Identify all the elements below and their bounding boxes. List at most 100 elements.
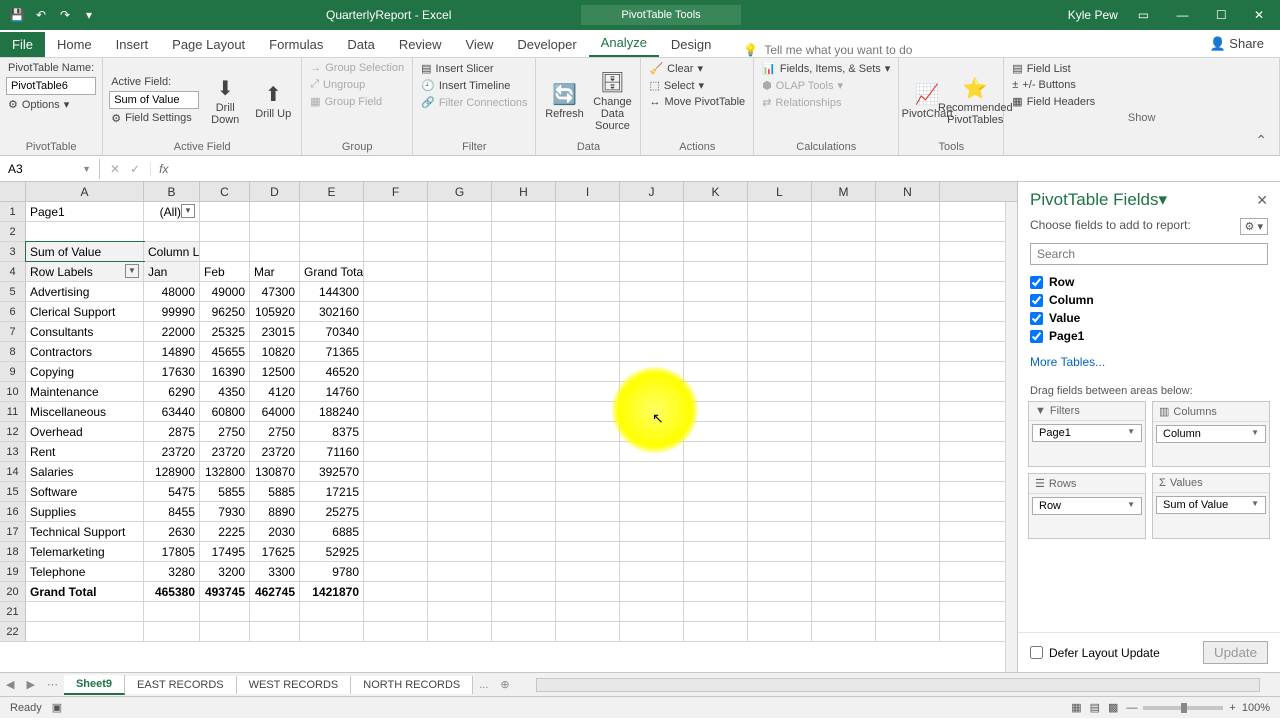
cell[interactable]: 2630	[144, 522, 200, 541]
cell[interactable]	[748, 522, 812, 541]
table-row[interactable]: 18Telemarketing17805174951762552925	[0, 542, 1017, 562]
cell[interactable]	[748, 402, 812, 421]
cell[interactable]	[26, 602, 144, 621]
cell[interactable]: 4120	[250, 382, 300, 401]
cell[interactable]	[364, 522, 428, 541]
sheet-tab[interactable]: WEST RECORDS	[237, 676, 352, 694]
save-icon[interactable]: 💾	[8, 6, 26, 24]
cell[interactable]	[428, 302, 492, 321]
cell[interactable]	[876, 562, 940, 581]
cell[interactable]	[492, 502, 556, 521]
column-header-F[interactable]: F	[364, 182, 428, 201]
recommended-pivottables-button[interactable]: ⭐Recommended PivotTables	[953, 61, 997, 139]
change-data-source-button[interactable]: 🗄Change Data Source	[590, 61, 634, 139]
tab-developer[interactable]: Developer	[505, 32, 588, 57]
cell[interactable]	[492, 302, 556, 321]
pivottable-name-input[interactable]	[6, 77, 96, 95]
cell[interactable]	[364, 622, 428, 641]
fx-icon[interactable]: fx	[151, 162, 176, 176]
cell[interactable]	[620, 422, 684, 441]
table-row[interactable]: 17Technical Support2630222520306885	[0, 522, 1017, 542]
cell[interactable]: 48000	[144, 282, 200, 301]
share-button[interactable]: 👤 Share	[1193, 31, 1280, 57]
cell[interactable]	[748, 362, 812, 381]
tab-analyze[interactable]: Analyze	[589, 30, 659, 57]
cell[interactable]	[428, 382, 492, 401]
cell[interactable]	[428, 502, 492, 521]
cell[interactable]	[364, 302, 428, 321]
cell[interactable]	[492, 422, 556, 441]
checkbox[interactable]	[1030, 330, 1043, 343]
customize-qat-icon[interactable]: ▾	[80, 6, 98, 24]
cell[interactable]	[876, 502, 940, 521]
cell[interactable]: 71160	[300, 442, 364, 461]
cell[interactable]	[26, 622, 144, 641]
table-row[interactable]: 7Consultants22000253252301570340	[0, 322, 1017, 342]
cell[interactable]	[812, 542, 876, 561]
cell[interactable]	[300, 242, 364, 261]
cell[interactable]	[492, 602, 556, 621]
cell[interactable]	[492, 202, 556, 221]
cell[interactable]	[812, 442, 876, 461]
more-tables-link[interactable]: More Tables...	[1018, 349, 1280, 375]
cell[interactable]	[428, 482, 492, 501]
row-header[interactable]: 5	[0, 282, 26, 301]
cell[interactable]	[684, 542, 748, 561]
cell[interactable]	[364, 322, 428, 341]
cell[interactable]: Grand Total	[26, 582, 144, 601]
cell[interactable]	[200, 622, 250, 641]
cell[interactable]	[748, 562, 812, 581]
cell[interactable]: Technical Support	[26, 522, 144, 541]
collapse-ribbon-icon[interactable]: ⌃	[1249, 126, 1273, 155]
cell[interactable]: 12500	[250, 362, 300, 381]
cell[interactable]: 10820	[250, 342, 300, 361]
cell[interactable]	[428, 342, 492, 361]
zoom-out-icon[interactable]: —	[1126, 702, 1137, 714]
cell[interactable]: 465380	[144, 582, 200, 601]
cell[interactable]	[748, 342, 812, 361]
cell[interactable]	[748, 442, 812, 461]
cell[interactable]	[556, 622, 620, 641]
chevron-down-icon[interactable]: ▼	[1251, 428, 1259, 440]
cell[interactable]	[876, 362, 940, 381]
cell[interactable]	[620, 342, 684, 361]
rows-area[interactable]: ☰Rows Row▼	[1028, 473, 1146, 539]
cell[interactable]: 64000	[250, 402, 300, 421]
cell[interactable]: 188240	[300, 402, 364, 421]
update-button[interactable]: Update	[1203, 641, 1268, 664]
clear-button[interactable]: 🧹 Clear ▾	[647, 61, 747, 76]
tab-data[interactable]: Data	[335, 32, 386, 57]
cell[interactable]	[556, 482, 620, 501]
cell[interactable]	[684, 302, 748, 321]
cell[interactable]	[684, 322, 748, 341]
cell[interactable]	[492, 402, 556, 421]
cell[interactable]: 17215	[300, 482, 364, 501]
fields-items-sets-button[interactable]: 📊 Fields, Items, & Sets ▾	[760, 61, 892, 76]
horizontal-scrollbar[interactable]	[536, 678, 1260, 692]
cell[interactable]	[428, 242, 492, 261]
cell[interactable]	[620, 462, 684, 481]
zoom-slider[interactable]	[1143, 706, 1223, 710]
cell[interactable]	[556, 442, 620, 461]
cell[interactable]	[300, 602, 364, 621]
row-header[interactable]: 6	[0, 302, 26, 321]
table-row[interactable]: 15Software54755855588517215	[0, 482, 1017, 502]
cell[interactable]: Page1	[26, 202, 144, 221]
cell[interactable]	[492, 462, 556, 481]
cell[interactable]: Rent	[26, 442, 144, 461]
cell[interactable]	[620, 562, 684, 581]
cell[interactable]	[492, 322, 556, 341]
cell[interactable]: Overhead	[26, 422, 144, 441]
chevron-down-icon[interactable]: ▼	[1127, 500, 1135, 512]
cell[interactable]	[812, 242, 876, 261]
view-page-layout-icon[interactable]: ▤	[1090, 701, 1100, 714]
table-row[interactable]: 2	[0, 222, 1017, 242]
close-pane-icon[interactable]: ✕	[1256, 192, 1268, 209]
cell[interactable]	[748, 462, 812, 481]
cell[interactable]	[620, 262, 684, 281]
cell[interactable]	[250, 222, 300, 241]
cell[interactable]: Supplies	[26, 502, 144, 521]
cell[interactable]: Consultants	[26, 322, 144, 341]
values-field[interactable]: Sum of Value▼	[1156, 496, 1266, 514]
row-header[interactable]: 7	[0, 322, 26, 341]
